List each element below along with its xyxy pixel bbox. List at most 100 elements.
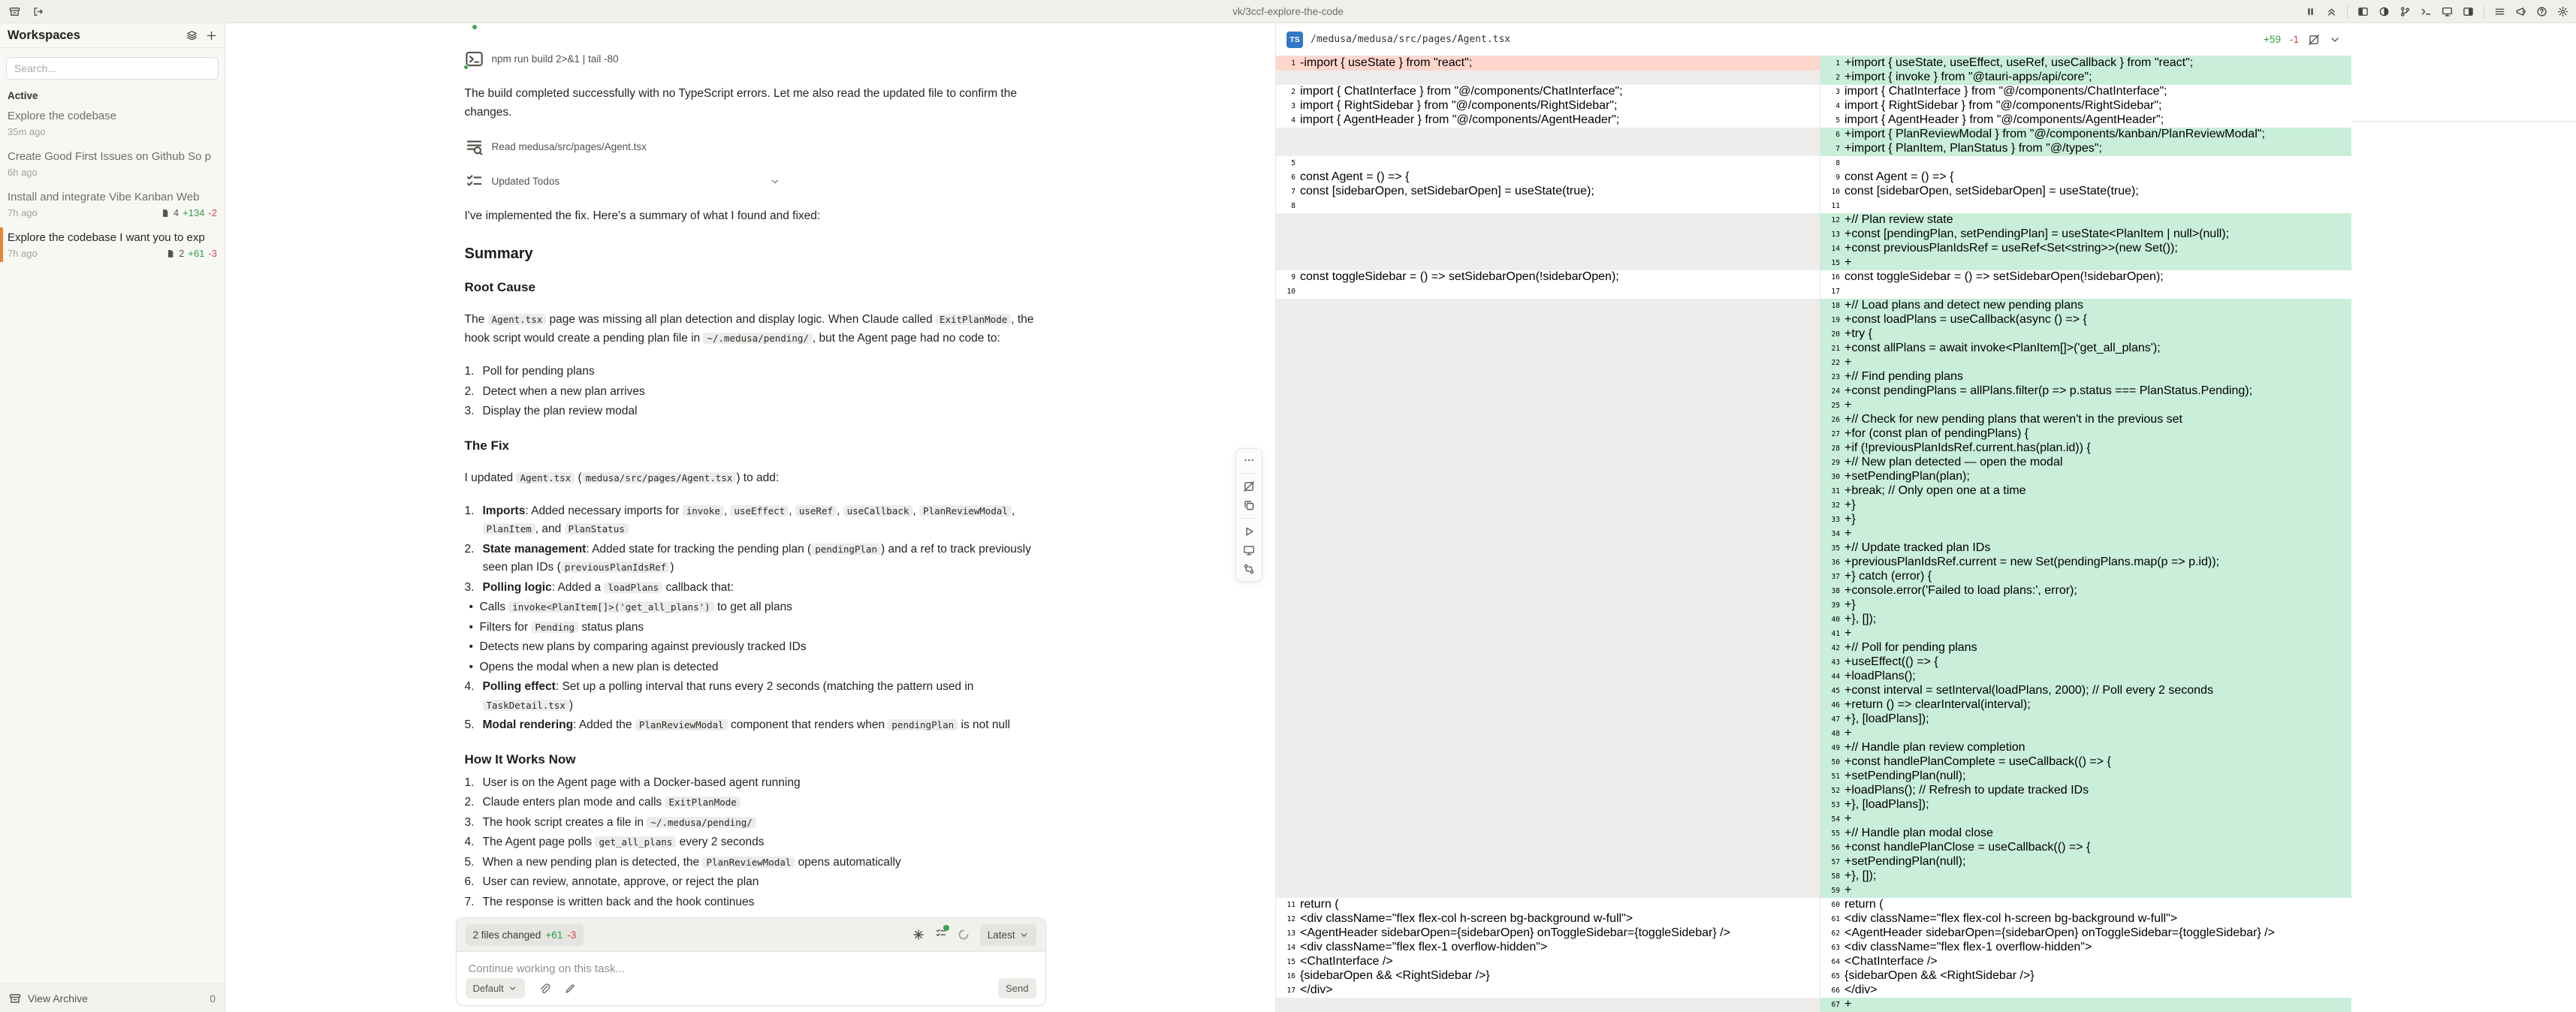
diff-line: 10 const [sidebarOpen, setSidebarOpen] =… bbox=[1820, 185, 2351, 199]
theme-icon[interactable] bbox=[2378, 6, 2390, 17]
search-input[interactable]: Search... bbox=[6, 57, 219, 80]
diff-new-column: 1+import { useState, useEffect, useRef, … bbox=[1820, 56, 2351, 1012]
dots-horizontal-icon[interactable] bbox=[1243, 454, 1255, 466]
diff-line bbox=[1276, 142, 1820, 156]
tool-call-row[interactable]: Updated Todos bbox=[465, 172, 780, 191]
diff-old-column: 1-import { useState } from "react";2impo… bbox=[1276, 56, 1820, 1012]
bullet-list: •Calls invoke<PlanItem[]>('get_all_plans… bbox=[465, 598, 1037, 676]
panel-right-icon[interactable] bbox=[2463, 6, 2474, 17]
help-icon[interactable] bbox=[2536, 6, 2547, 17]
latest-label: Latest bbox=[988, 929, 1015, 941]
assistant-heading: The Fix bbox=[465, 438, 1037, 453]
image-off-icon[interactable] bbox=[1243, 480, 1255, 492]
list-item: 5.When a new pending plan is detected, t… bbox=[465, 854, 1037, 872]
workspaces-header-icons bbox=[186, 30, 217, 41]
chevron-down-icon[interactable] bbox=[770, 176, 780, 187]
send-button[interactable]: Send bbox=[998, 978, 1036, 998]
list-item: 2.State management: Added state for trac… bbox=[465, 541, 1037, 577]
monitor-icon[interactable] bbox=[2442, 6, 2453, 17]
pen-icon[interactable] bbox=[564, 983, 576, 995]
monitor-icon[interactable] bbox=[1243, 544, 1255, 556]
chevron-down-icon[interactable] bbox=[2329, 34, 2341, 46]
files-changed-badge[interactable]: 2 files changed +61 -3 bbox=[466, 924, 584, 946]
git-branch-icon[interactable] bbox=[2400, 6, 2411, 17]
terminal-icon[interactable] bbox=[2421, 6, 2432, 17]
list-item: 3.Polling logic: Added a loadPlans callb… bbox=[465, 579, 1037, 598]
diff-line bbox=[1276, 71, 1820, 85]
workspace-time: 35m ago bbox=[8, 126, 46, 137]
composer-status-strip: 2 files changed +61 -3 Latest bbox=[457, 918, 1045, 952]
tool-call-row[interactable]: npm run build 2>&1 | tail -80 bbox=[465, 50, 1037, 68]
image-off-icon[interactable] bbox=[2308, 34, 2320, 46]
layers-icon[interactable] bbox=[186, 30, 198, 41]
view-archive-button[interactable]: View Archive 0 bbox=[0, 983, 225, 1012]
diff-line: 41+ bbox=[1820, 627, 2351, 641]
assistant-heading: How It Works Now bbox=[465, 752, 1037, 767]
diff-line bbox=[1276, 741, 1820, 755]
diff-removed-count: -1 bbox=[2290, 34, 2299, 45]
diff-line: 62 <AgentHeader sidebarOpen={sidebarOpen… bbox=[1820, 926, 2351, 941]
diff-line: 53+ }, [loadPlans]); bbox=[1820, 798, 2351, 812]
divider bbox=[1241, 518, 1257, 519]
workspace-item-3[interactable]: Install and integrate Vibe Kanban Web7h … bbox=[0, 184, 225, 224]
diff-line: 64 <ChatInterface /> bbox=[1820, 955, 2351, 969]
search-placeholder: Search... bbox=[14, 62, 56, 74]
copy-icon[interactable] bbox=[1243, 499, 1255, 511]
chevrons-up-icon[interactable] bbox=[2326, 6, 2337, 17]
paperclip-icon[interactable] bbox=[538, 983, 550, 995]
diff-line: 7+import { PlanItem, PlanStatus } from "… bbox=[1820, 142, 2351, 156]
spark-icon[interactable] bbox=[912, 929, 925, 941]
git-compare-icon[interactable] bbox=[1243, 563, 1255, 575]
tool-call-row[interactable]: Read medusa/src/pages/Agent.tsx bbox=[465, 137, 1037, 156]
diff-line bbox=[1276, 384, 1820, 399]
diff-line bbox=[1276, 712, 1820, 727]
diff-line: 61 <div className="flex flex-col h-scree… bbox=[1820, 912, 2351, 926]
message-input[interactable]: Continue working on this task... bbox=[457, 952, 1045, 975]
floating-toolbar bbox=[1235, 448, 1262, 582]
panel-left-icon[interactable] bbox=[2357, 6, 2369, 17]
diff-header-right: +59 -1 bbox=[2264, 34, 2341, 46]
diff-line bbox=[1276, 313, 1820, 327]
diff-line bbox=[1276, 128, 1820, 142]
diff-line: 6+import { PlanReviewModal } from "@/com… bbox=[1820, 128, 2351, 142]
diff-line bbox=[1276, 256, 1820, 270]
settings-icon[interactable] bbox=[2557, 6, 2568, 17]
workspace-item-2[interactable]: Create Good First Issues on Github So p6… bbox=[0, 143, 225, 184]
diff-line: 51+ setPendingPlan(null); bbox=[1820, 770, 2351, 784]
diff-line: 57+ setPendingPlan(null); bbox=[1820, 855, 2351, 869]
diff-line: 11 bbox=[1820, 199, 2351, 213]
diff-line: 17 </div> bbox=[1276, 983, 1820, 998]
diff-line: 22+ bbox=[1820, 356, 2351, 370]
diff-line: 45+ const interval = setInterval(loadPla… bbox=[1820, 684, 2351, 698]
diff-line bbox=[1276, 498, 1820, 513]
latest-dropdown[interactable]: Latest bbox=[980, 924, 1036, 946]
plus-icon[interactable] bbox=[206, 30, 217, 41]
workspace-item-4[interactable]: Explore the codebase I want you to exp7h… bbox=[0, 224, 225, 265]
diff-line: 34+ bbox=[1820, 527, 2351, 541]
todos-indicator[interactable] bbox=[935, 927, 947, 943]
model-selector[interactable]: Default bbox=[466, 978, 525, 998]
diff-line: 3import { ChatInterface } from "@/compon… bbox=[1820, 85, 2351, 99]
diff-file-header[interactable]: TS /medusa/medusa/src/pages/Agent.tsx +5… bbox=[1276, 23, 2351, 56]
diff-line: 66 </div> bbox=[1820, 983, 2351, 998]
diff-line: 16 {sidebarOpen && <RightSidebar />} bbox=[1276, 969, 1820, 983]
workspace-title: Explore the codebase bbox=[8, 110, 217, 122]
workspace-item-1[interactable]: Explore the codebase 35m ago bbox=[0, 103, 225, 143]
numbered-list: 4.Polling effect: Set up a polling inter… bbox=[465, 678, 1037, 735]
diff-line: 1+import { useState, useEffect, useRef, … bbox=[1820, 56, 2351, 71]
menu-icon[interactable] bbox=[2494, 6, 2505, 17]
diff-line bbox=[1276, 570, 1820, 584]
lines-removed: -3 bbox=[567, 929, 576, 941]
numbered-list: 1.Poll for pending plans2.Detect when a … bbox=[465, 363, 1037, 421]
diff-line bbox=[1276, 884, 1820, 898]
diff-line bbox=[1276, 613, 1820, 627]
play-icon[interactable] bbox=[1243, 526, 1255, 538]
list-item: 3.Display the plan review modal bbox=[465, 402, 1037, 421]
megaphone-icon[interactable] bbox=[2515, 6, 2526, 17]
list-item: 3.The hook script creates a file in ~/.m… bbox=[465, 814, 1037, 833]
chevron-down-icon bbox=[1019, 930, 1029, 940]
diff-panel: TS /medusa/medusa/src/pages/Agent.tsx +5… bbox=[1275, 23, 2351, 1012]
diff-line: 4import { RightSidebar } from "@/compone… bbox=[1820, 99, 2351, 113]
app-window: vk/3ccf-explore-the-code Workspaces Sear… bbox=[0, 0, 2576, 1012]
pause-icon[interactable] bbox=[2305, 6, 2316, 17]
